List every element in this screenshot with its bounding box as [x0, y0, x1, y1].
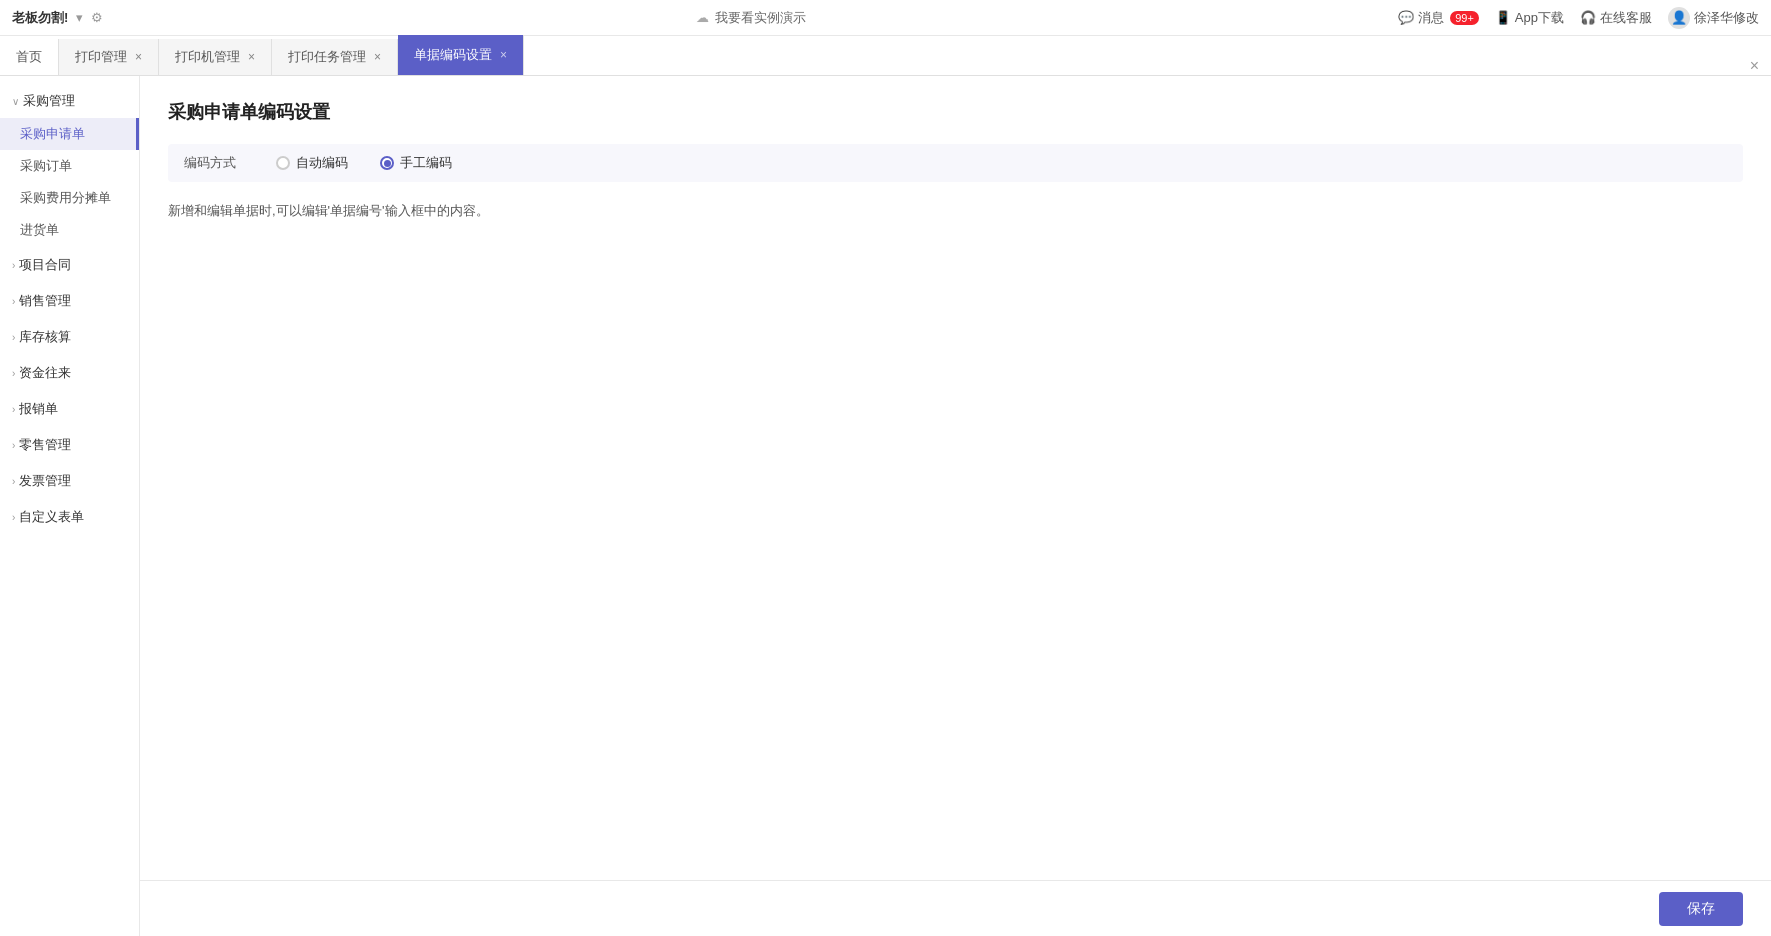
sidebar-group-label-sales: 销售管理 — [19, 292, 71, 310]
sidebar-group-title-invoice[interactable]: › 发票管理 — [0, 464, 139, 498]
info-text: 新增和编辑单据时,可以编辑'单据编号'输入框中的内容。 — [168, 202, 1743, 220]
sidebar-item-purchase-expense[interactable]: 采购费用分摊单 — [0, 182, 139, 214]
auto-code-label: 自动编码 — [296, 154, 348, 172]
top-bar: 老板勿割! ▾ ⚙ ☁ 我要看实例演示 💬 消息 99+ 📱 App下载 🎧 在… — [0, 0, 1771, 36]
message-icon: 💬 — [1398, 10, 1414, 25]
top-bar-left: 老板勿割! ▾ ⚙ — [12, 9, 103, 27]
message-item[interactable]: 💬 消息 99+ — [1398, 9, 1479, 27]
chevron-sales-icon: › — [12, 296, 15, 307]
main-content: 采购申请单编码设置 编码方式 自动编码 手工编码 新增和编辑单据时,可以编辑'单… — [140, 76, 1771, 880]
tab-print-mgmt-close[interactable]: × — [135, 51, 142, 63]
tab-print-task-label: 打印任务管理 — [288, 48, 366, 66]
sidebar-group-label-capital: 资金往来 — [19, 364, 71, 382]
user-item[interactable]: 👤 徐泽华修改 — [1668, 7, 1759, 29]
sidebar-group-label-project: 项目合同 — [19, 256, 71, 274]
tab-home-label: 首页 — [16, 48, 42, 66]
tab-single-code-label: 单据编码设置 — [414, 46, 492, 64]
sidebar-group-label-purchase: 采购管理 — [23, 92, 75, 110]
sidebar-item-label-purchase-expense: 采购费用分摊单 — [20, 190, 111, 205]
tab-print-task[interactable]: 打印任务管理 × — [272, 39, 398, 75]
chevron-invoice-icon: › — [12, 476, 15, 487]
chevron-returns-icon: › — [12, 404, 15, 415]
main-area: 采购申请单编码设置 编码方式 自动编码 手工编码 新增和编辑单据时,可以编辑'单… — [140, 76, 1771, 936]
sidebar-group-title-sales[interactable]: › 销售管理 — [0, 284, 139, 318]
logo: 老板勿割! — [12, 9, 68, 27]
encoding-label: 编码方式 — [184, 154, 244, 172]
dropdown-icon[interactable]: ▾ — [76, 10, 83, 25]
main-layout: ∨ 采购管理 采购申请单 采购订单 采购费用分摊单 进货单 › 项目合同 — [0, 76, 1771, 936]
sidebar-group-title-inventory[interactable]: › 库存核算 — [0, 320, 139, 354]
sidebar-group-label-invoice: 发票管理 — [19, 472, 71, 490]
tab-home[interactable]: 首页 — [0, 39, 59, 75]
manual-code-option[interactable]: 手工编码 — [380, 154, 452, 172]
sidebar-group-project: › 项目合同 — [0, 248, 139, 282]
sidebar-group-capital: › 资金往来 — [0, 356, 139, 390]
chevron-inventory-icon: › — [12, 332, 15, 343]
sidebar-item-purchase-order[interactable]: 采购订单 — [0, 150, 139, 182]
app-icon: 📱 — [1495, 10, 1511, 25]
tab-print-mgmt-label: 打印管理 — [75, 48, 127, 66]
sidebar-group-custom-form: › 自定义表单 — [0, 500, 139, 534]
tab-print-task-close[interactable]: × — [374, 51, 381, 63]
chevron-project-icon: › — [12, 260, 15, 271]
sidebar-group-title-returns[interactable]: › 报销单 — [0, 392, 139, 426]
sidebar-item-label-purchase-order: 采购订单 — [20, 158, 72, 173]
sidebar-group-title-project[interactable]: › 项目合同 — [0, 248, 139, 282]
manual-code-radio[interactable] — [380, 156, 394, 170]
top-bar-right: 💬 消息 99+ 📱 App下载 🎧 在线客服 👤 徐泽华修改 — [1398, 7, 1759, 29]
sidebar-item-purchase-request[interactable]: 采购申请单 — [0, 118, 139, 150]
sidebar-group-label-returns: 报销单 — [19, 400, 58, 418]
manual-code-label: 手工编码 — [400, 154, 452, 172]
sidebar-group-invoice: › 发票管理 — [0, 464, 139, 498]
sidebar-group-retail: › 零售管理 — [0, 428, 139, 462]
sidebar-group-label-retail: 零售管理 — [19, 436, 71, 454]
save-button[interactable]: 保存 — [1659, 892, 1743, 926]
sidebar-group-title-custom-form[interactable]: › 自定义表单 — [0, 500, 139, 534]
encoding-row: 编码方式 自动编码 手工编码 — [168, 144, 1743, 182]
auto-code-option[interactable]: 自动编码 — [276, 154, 348, 172]
sidebar-group-title-purchase[interactable]: ∨ 采购管理 — [0, 84, 139, 118]
chevron-purchase-icon: ∨ — [12, 96, 19, 107]
tab-single-code-close[interactable]: × — [500, 49, 507, 61]
user-name: 徐泽华修改 — [1694, 9, 1759, 27]
demo-text: 我要看实例演示 — [715, 9, 806, 27]
app-download-label: App下载 — [1515, 9, 1564, 27]
demo-link[interactable]: ☁ 我要看实例演示 — [696, 9, 806, 27]
settings-icon[interactable]: ⚙ — [91, 10, 103, 25]
tab-printer-mgmt-close[interactable]: × — [248, 51, 255, 63]
tab-single-code[interactable]: 单据编码设置 × — [398, 35, 524, 75]
sidebar-group-title-retail[interactable]: › 零售管理 — [0, 428, 139, 462]
message-label: 消息 — [1418, 9, 1444, 27]
user-icon: 👤 — [1668, 7, 1690, 29]
sidebar-group-sales: › 销售管理 — [0, 284, 139, 318]
sidebar-item-label-stock-in: 进货单 — [20, 222, 59, 237]
sidebar-group-purchase: ∨ 采购管理 采购申请单 采购订单 采购费用分摊单 进货单 — [0, 84, 139, 246]
message-badge: 99+ — [1450, 11, 1479, 25]
sidebar-group-label-custom-form: 自定义表单 — [19, 508, 84, 526]
tab-print-mgmt[interactable]: 打印管理 × — [59, 39, 159, 75]
online-service-item[interactable]: 🎧 在线客服 — [1580, 9, 1652, 27]
bottom-bar: 保存 — [140, 880, 1771, 936]
tab-printer-mgmt[interactable]: 打印机管理 × — [159, 39, 272, 75]
sidebar-item-label-purchase-request: 采购申请单 — [20, 126, 85, 141]
sidebar-group-label-inventory: 库存核算 — [19, 328, 71, 346]
app-download-item[interactable]: 📱 App下载 — [1495, 9, 1564, 27]
tab-bar: 首页 打印管理 × 打印机管理 × 打印任务管理 × 单据编码设置 × × — [0, 36, 1771, 76]
sidebar-group-inventory: › 库存核算 — [0, 320, 139, 354]
page-title: 采购申请单编码设置 — [168, 100, 1743, 124]
online-service-label: 在线客服 — [1600, 9, 1652, 27]
chevron-capital-icon: › — [12, 368, 15, 379]
tab-printer-mgmt-label: 打印机管理 — [175, 48, 240, 66]
chevron-custom-form-icon: › — [12, 512, 15, 523]
sidebar: ∨ 采购管理 采购申请单 采购订单 采购费用分摊单 进货单 › 项目合同 — [0, 76, 140, 936]
tab-bar-close-icon[interactable]: × — [1750, 57, 1759, 75]
chevron-retail-icon: › — [12, 440, 15, 451]
sidebar-group-returns: › 报销单 — [0, 392, 139, 426]
cloud-icon: ☁ — [696, 10, 709, 25]
sidebar-group-title-capital[interactable]: › 资金往来 — [0, 356, 139, 390]
auto-code-radio[interactable] — [276, 156, 290, 170]
service-icon: 🎧 — [1580, 10, 1596, 25]
sidebar-item-stock-in[interactable]: 进货单 — [0, 214, 139, 246]
